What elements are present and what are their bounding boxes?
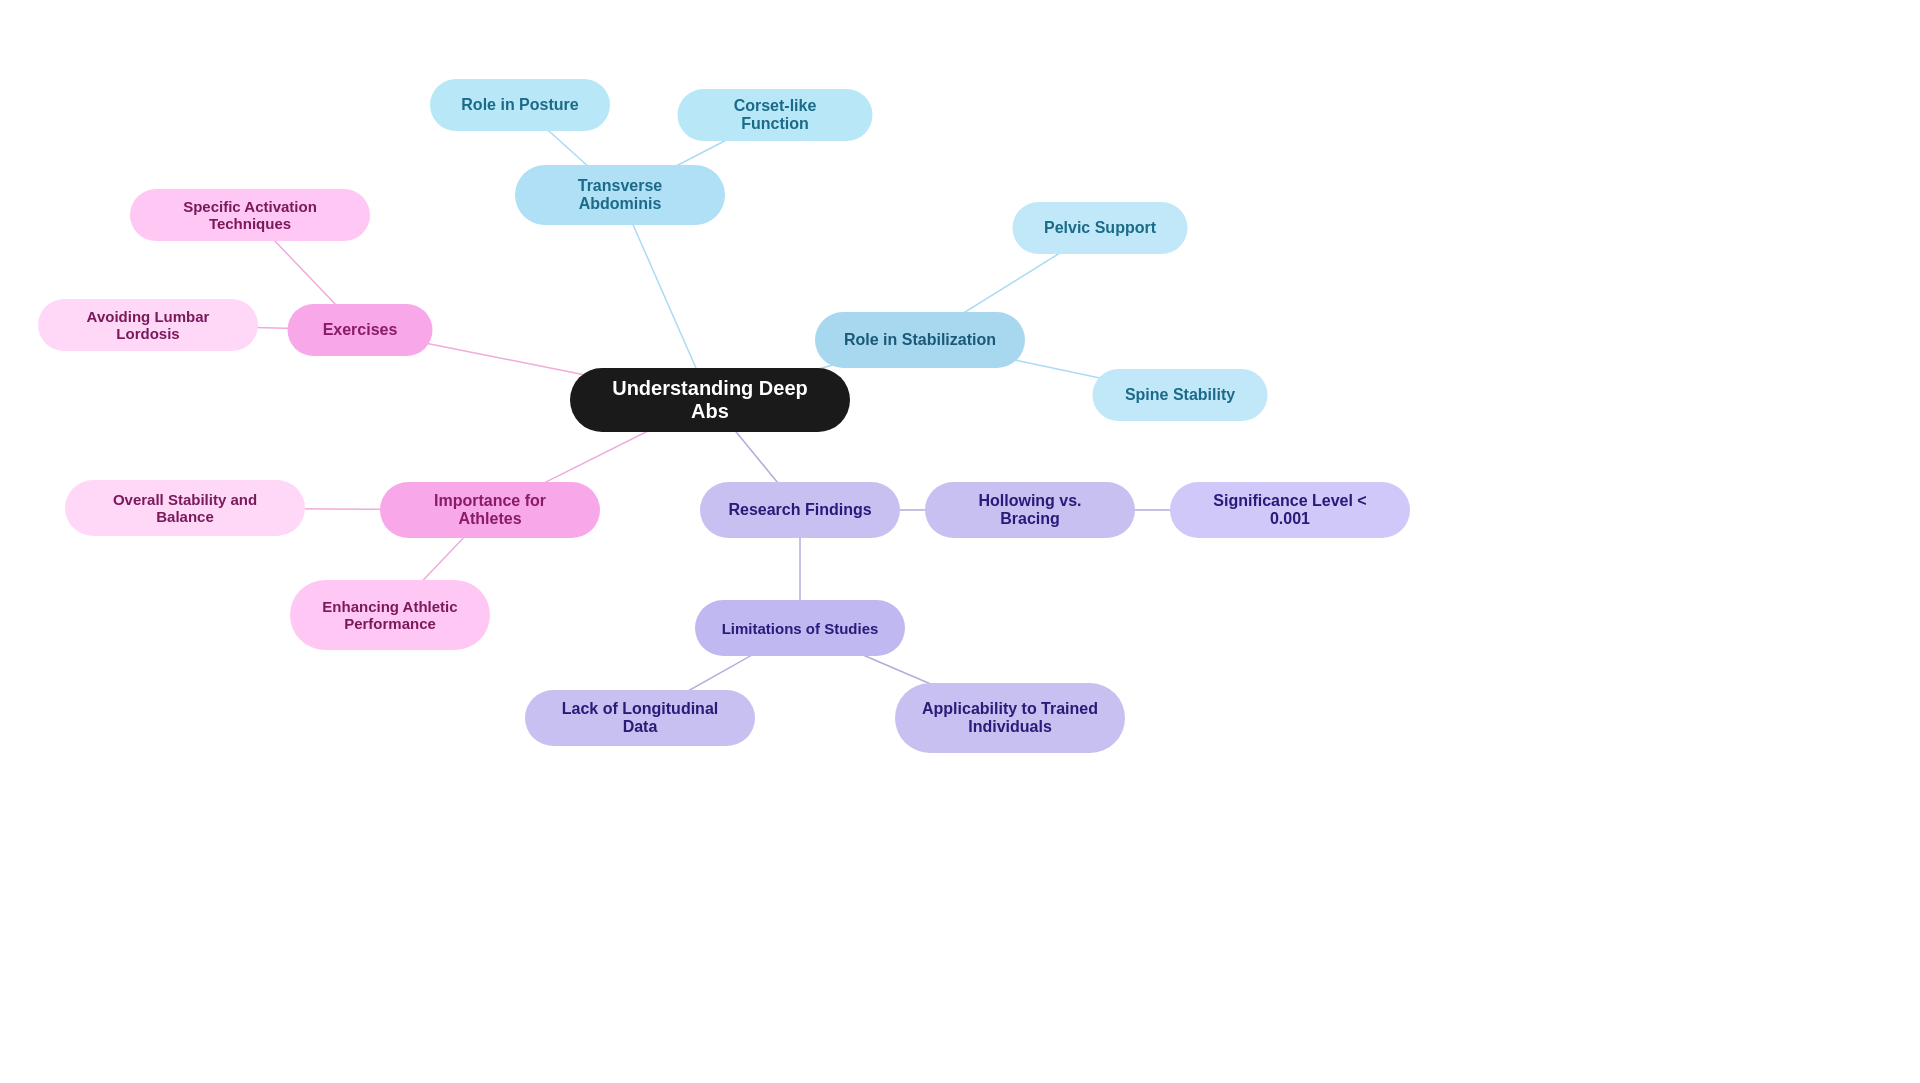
research-findings-node[interactable]: Research Findings: [700, 482, 900, 538]
role-in-posture-node[interactable]: Role in Posture: [430, 79, 610, 131]
corset-like-function-node[interactable]: Corset-like Function: [678, 89, 873, 141]
spine-stability-node[interactable]: Spine Stability: [1093, 369, 1268, 421]
transverse-abdominis-node[interactable]: Transverse Abdominis: [515, 165, 725, 225]
applicability-trained-node[interactable]: Applicability to Trained Individuals: [895, 683, 1125, 753]
lack-longitudinal-node[interactable]: Lack of Longitudinal Data: [525, 690, 755, 746]
role-in-stabilization-node[interactable]: Role in Stabilization: [815, 312, 1025, 368]
center-node[interactable]: Understanding Deep Abs: [570, 368, 850, 432]
connections-svg: [0, 0, 1920, 1083]
exercises-node[interactable]: Exercises: [288, 304, 433, 356]
importance-for-athletes-node[interactable]: Importance for Athletes: [380, 482, 600, 538]
avoiding-lumbar-node[interactable]: Avoiding Lumbar Lordosis: [38, 299, 258, 351]
enhancing-athletic-node[interactable]: Enhancing Athletic Performance: [290, 580, 490, 650]
pelvic-support-node[interactable]: Pelvic Support: [1013, 202, 1188, 254]
specific-activation-node[interactable]: Specific Activation Techniques: [130, 189, 370, 241]
mindmap-container: Understanding Deep Abs Transverse Abdomi…: [0, 0, 1920, 1083]
overall-stability-node[interactable]: Overall Stability and Balance: [65, 480, 305, 536]
limitations-of-studies-node[interactable]: Limitations of Studies: [695, 600, 905, 656]
hollowing-bracing-node[interactable]: Hollowing vs. Bracing: [925, 482, 1135, 538]
significance-level-node[interactable]: Significance Level < 0.001: [1170, 482, 1410, 538]
